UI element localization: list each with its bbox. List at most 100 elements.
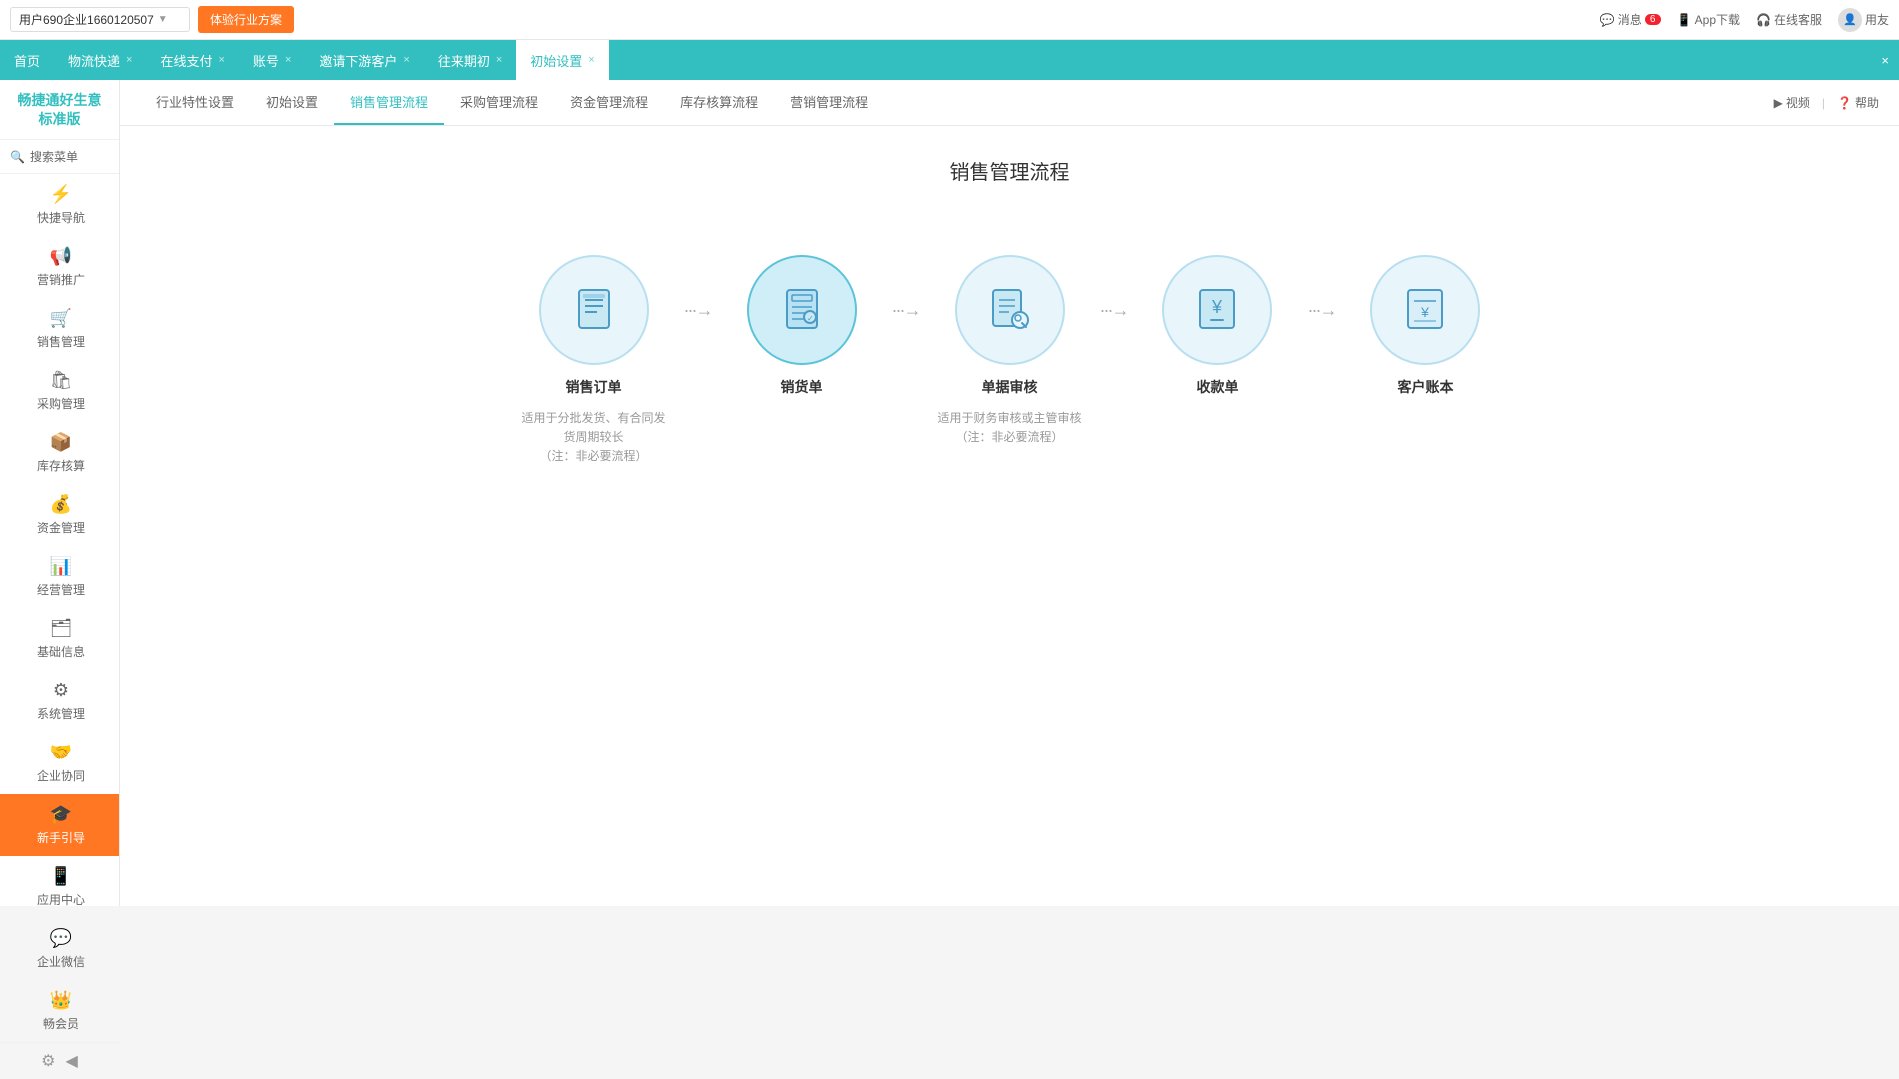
subtab-purchase-flow-label: 采购管理流程 bbox=[460, 95, 538, 110]
nav-close-invite[interactable]: × bbox=[403, 54, 409, 66]
flow-step-sales-invoice[interactable]: ✓ 销货单 bbox=[712, 255, 892, 409]
flow-circle-sales-invoice: ✓ bbox=[747, 255, 857, 365]
sidebar-item-inventory[interactable]: 📦 库存核算 bbox=[0, 422, 119, 484]
nav-close-period[interactable]: × bbox=[496, 54, 502, 66]
online-service-label: 在线客服 bbox=[1774, 11, 1822, 28]
page-title: 销售管理流程 bbox=[160, 156, 1859, 185]
nav-item-logistics[interactable]: 物流快递 × bbox=[54, 40, 146, 80]
flow-diagram: 销售订单 适用于分批发货、有合同发货周期较长 （注：非必要流程） ···→ bbox=[160, 235, 1859, 487]
sidebar: 畅捷通好生意 标准版 🔍 搜索菜单 ⚡ 快捷导航 📢 营销推广 🛒 销售管理 🛍… bbox=[0, 80, 120, 906]
user-name-label: 用友 bbox=[1865, 11, 1889, 28]
purchase-mgmt-icon: 🛍 bbox=[50, 370, 73, 391]
nav-item-home[interactable]: 首页 bbox=[0, 40, 54, 80]
sys-mgmt-icon: ⚙ bbox=[53, 680, 69, 701]
subtab-marketing-flow[interactable]: 营销管理流程 bbox=[774, 80, 884, 125]
nav-label-payment: 在线支付 bbox=[160, 51, 212, 70]
video-help-button[interactable]: ▶ 视频 bbox=[1774, 94, 1810, 111]
sidebar-label-app-center: 应用中心 bbox=[37, 891, 85, 908]
sidebar-label-finance-mgmt: 资金管理 bbox=[37, 519, 85, 536]
sidebar-item-quick-nav[interactable]: ⚡ 快捷导航 bbox=[0, 174, 119, 236]
user-selector[interactable]: 用户690企业1660120507 ▼ bbox=[10, 7, 190, 32]
download-icon: 📱 bbox=[1677, 13, 1692, 27]
sidebar-item-purchase-mgmt[interactable]: 🛍 采购管理 bbox=[0, 360, 119, 422]
sidebar-label-basic-info: 基础信息 bbox=[37, 643, 85, 660]
basic-info-icon: 🗂 bbox=[50, 618, 73, 639]
subtab-sales-flow[interactable]: 销售管理流程 bbox=[334, 80, 444, 125]
subtab-finance-flow[interactable]: 资金管理流程 bbox=[554, 80, 664, 125]
subtab-industry-label: 行业特性设置 bbox=[156, 95, 234, 110]
sidebar-search[interactable]: 🔍 搜索菜单 bbox=[0, 140, 119, 174]
sidebar-label-quick-nav: 快捷导航 bbox=[37, 209, 85, 226]
sidebar-item-basic-info[interactable]: 🗂 基础信息 bbox=[0, 608, 119, 670]
subtab-marketing-flow-label: 营销管理流程 bbox=[790, 95, 868, 110]
main-layout: 畅捷通好生意 标准版 🔍 搜索菜单 ⚡ 快捷导航 📢 营销推广 🛒 销售管理 🛍… bbox=[0, 80, 1899, 906]
settings-icon[interactable]: ⚙ bbox=[41, 1051, 55, 1071]
sidebar-label-marketing-promo: 营销推广 bbox=[37, 271, 85, 288]
nav-label-period: 往来期初 bbox=[438, 51, 490, 70]
trial-button[interactable]: 体验行业方案 bbox=[198, 6, 294, 33]
nav-label-logistics: 物流快递 bbox=[68, 51, 120, 70]
flow-arrow-3: ···→ bbox=[1100, 255, 1128, 321]
subtab-purchase-flow[interactable]: 采购管理流程 bbox=[444, 80, 554, 125]
online-service-button[interactable]: 🎧 在线客服 bbox=[1756, 11, 1822, 28]
nav-item-payment[interactable]: 在线支付 × bbox=[146, 40, 238, 80]
sidebar-logo: 畅捷通好生意 标准版 bbox=[0, 80, 119, 140]
sidebar-item-ops-mgmt[interactable]: 📊 经营管理 bbox=[0, 546, 119, 608]
nav-item-account[interactable]: 账号 × bbox=[239, 40, 305, 80]
user-menu-button[interactable]: 👤 用友 bbox=[1838, 8, 1889, 32]
subtab-init-settings[interactable]: 初始设置 bbox=[250, 80, 334, 125]
collapse-icon[interactable]: ◀ bbox=[66, 1051, 78, 1071]
nav-label-home: 首页 bbox=[14, 51, 40, 70]
sales-mgmt-icon: 🛒 bbox=[50, 308, 72, 329]
sidebar-label-new-guide: 新手引导 bbox=[37, 829, 85, 846]
flow-label-sales-order: 销售订单 bbox=[566, 377, 622, 397]
flow-step-doc-review[interactable]: 单据审核 适用于财务审核或主管审核 （注：非必要流程） bbox=[920, 255, 1100, 447]
app-center-icon: 📱 bbox=[50, 866, 72, 887]
flow-step-sales-order[interactable]: 销售订单 适用于分批发货、有合同发货周期较长 （注：非必要流程） bbox=[504, 255, 684, 467]
nav-close-init[interactable]: × bbox=[588, 54, 594, 66]
app-name-line2: 标准版 bbox=[18, 110, 102, 128]
sidebar-item-marketing-promo[interactable]: 📢 营销推广 bbox=[0, 236, 119, 298]
sub-tabs: 行业特性设置 初始设置 销售管理流程 采购管理流程 资金管理流程 库存核算流程 bbox=[120, 80, 1899, 126]
vip-icon: 👑 bbox=[50, 990, 72, 1011]
sidebar-item-enterprise-collab[interactable]: 🤝 企业协同 bbox=[0, 732, 119, 794]
video-icon: ▶ bbox=[1774, 96, 1783, 110]
nav-close-payment[interactable]: × bbox=[218, 54, 224, 66]
messages-label: 消息 bbox=[1618, 11, 1642, 28]
flow-label-doc-review: 单据审核 bbox=[982, 377, 1038, 397]
nav-item-invite[interactable]: 邀请下游客户 × bbox=[305, 40, 423, 80]
help-button[interactable]: ❓ 帮助 bbox=[1837, 94, 1879, 111]
subtab-inventory-flow[interactable]: 库存核算流程 bbox=[664, 80, 774, 125]
sidebar-item-new-guide[interactable]: 🎓 新手引导 bbox=[0, 794, 119, 856]
messages-button[interactable]: 💬 消息 6 bbox=[1600, 11, 1661, 28]
sidebar-label-enterprise-wechat: 企业微信 bbox=[37, 953, 85, 970]
finance-mgmt-icon: 💰 bbox=[50, 494, 72, 515]
flow-circle-customer-ledger: ¥ bbox=[1370, 255, 1480, 365]
sidebar-label-sys-mgmt: 系统管理 bbox=[37, 705, 85, 722]
sidebar-label-ops-mgmt: 经营管理 bbox=[37, 581, 85, 598]
sidebar-item-sys-mgmt[interactable]: ⚙ 系统管理 bbox=[0, 670, 119, 732]
flow-arrow-2: ···→ bbox=[892, 255, 920, 321]
nav-item-init[interactable]: 初始设置 × bbox=[516, 40, 608, 80]
main-content: 行业特性设置 初始设置 销售管理流程 采购管理流程 资金管理流程 库存核算流程 bbox=[120, 80, 1899, 906]
nav-close-logistics[interactable]: × bbox=[126, 54, 132, 66]
top-bar: 用户690企业1660120507 ▼ 体验行业方案 💬 消息 6 📱 App下… bbox=[0, 0, 1899, 40]
flow-circle-sales-order bbox=[539, 255, 649, 365]
sidebar-item-vip[interactable]: 👑 畅会员 bbox=[0, 980, 119, 1042]
nav-item-period[interactable]: 往来期初 × bbox=[424, 40, 516, 80]
nav-close-all-button[interactable]: × bbox=[1881, 53, 1889, 68]
subtab-industry[interactable]: 行业特性设置 bbox=[140, 80, 250, 125]
nav-label-init: 初始设置 bbox=[530, 51, 582, 70]
subtab-finance-flow-label: 资金管理流程 bbox=[570, 95, 648, 110]
sidebar-item-enterprise-wechat[interactable]: 💬 企业微信 bbox=[0, 918, 119, 980]
subtab-init-settings-label: 初始设置 bbox=[266, 95, 318, 110]
sidebar-item-app-center[interactable]: 📱 应用中心 bbox=[0, 856, 119, 918]
sidebar-item-finance-mgmt[interactable]: 💰 资金管理 bbox=[0, 484, 119, 546]
sidebar-label-enterprise-collab: 企业协同 bbox=[37, 767, 85, 784]
sidebar-item-sales-mgmt[interactable]: 🛒 销售管理 bbox=[0, 298, 119, 360]
sub-tabs-left: 行业特性设置 初始设置 销售管理流程 采购管理流程 资金管理流程 库存核算流程 bbox=[140, 80, 884, 125]
app-download-button[interactable]: 📱 App下载 bbox=[1677, 11, 1740, 28]
flow-step-receipt[interactable]: ¥ 收款单 bbox=[1127, 255, 1307, 409]
nav-close-account[interactable]: × bbox=[285, 54, 291, 66]
flow-step-customer-ledger[interactable]: ¥ 客户账本 bbox=[1335, 255, 1515, 409]
